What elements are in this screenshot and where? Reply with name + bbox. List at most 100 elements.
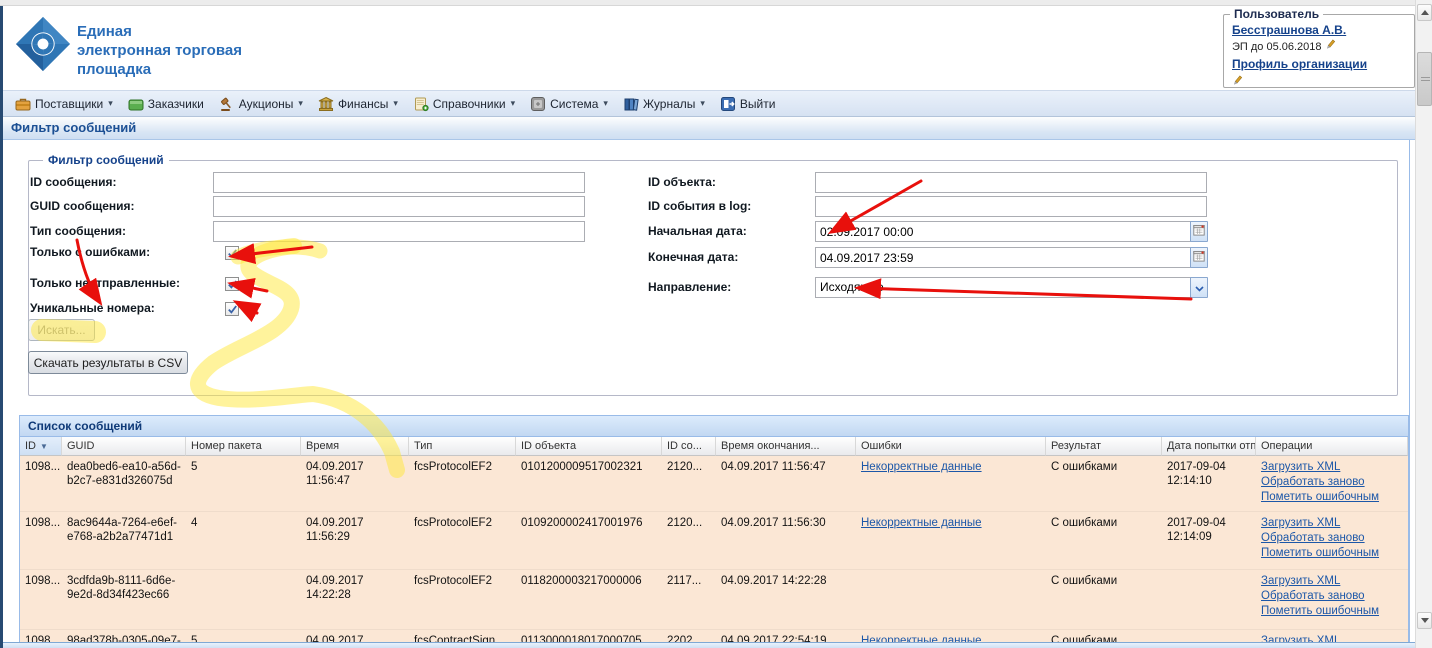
menu-item-auctions[interactable]: Аукционы ▾: [213, 91, 312, 116]
book-icon: [413, 96, 429, 112]
column-header-event-id[interactable]: ID со...: [662, 437, 716, 456]
column-header-label: Операции: [1261, 440, 1313, 452]
start-date-input[interactable]: [815, 221, 1191, 242]
edit-pencil-icon[interactable]: [1325, 39, 1336, 55]
vertical-scrollbar[interactable]: [1415, 0, 1432, 648]
only-unsent-checkbox[interactable]: [225, 277, 239, 291]
column-header-errors[interactable]: Ошибки: [856, 437, 1046, 456]
errors-link[interactable]: Некорректные данные: [861, 461, 982, 473]
operation-link[interactable]: Пометить ошибочным: [1261, 546, 1403, 560]
cell: 4: [191, 517, 198, 529]
table-row[interactable]: 1098... 8ac9644a-7264-e6ef-e768-a2b2a7747…: [20, 512, 1408, 570]
column-header-id[interactable]: ID ▼: [20, 437, 62, 456]
cert-expiry-text: ЭП до 05.06.2018: [1232, 40, 1322, 53]
menu-bar: Поставщики ▾ Заказчики Аукционы ▾ Финансы ▾ Спр…: [3, 90, 1415, 117]
cell: 2120...: [667, 461, 703, 473]
calendar-trigger-button[interactable]: [1190, 221, 1208, 242]
search-button[interactable]: Искать...: [28, 319, 95, 341]
field-label: ID события в log:: [648, 199, 752, 213]
user-name-link[interactable]: Бесстрашнова А.В.: [1232, 22, 1346, 38]
direction-select[interactable]: Исходящие: [815, 277, 1191, 298]
end-date-input[interactable]: [815, 247, 1191, 268]
chevron-down-icon: ▾: [603, 98, 608, 108]
operation-link[interactable]: Пометить ошибочным: [1261, 604, 1403, 618]
column-header-attempt-date[interactable]: Дата попытки отп...: [1162, 437, 1256, 456]
operation-link[interactable]: Пометить ошибочным: [1261, 490, 1403, 504]
edit-pencil-icon[interactable]: [1232, 73, 1243, 91]
org-profile-link[interactable]: Профиль организации: [1232, 56, 1367, 72]
calendar-trigger-button[interactable]: [1190, 247, 1208, 268]
direction-select-trigger[interactable]: [1190, 277, 1208, 298]
field-label: GUID сообщения:: [30, 199, 135, 213]
column-header-packet[interactable]: Номер пакета: [186, 437, 301, 456]
menu-item-system[interactable]: Система ▾: [524, 91, 617, 116]
column-header-result[interactable]: Результат: [1046, 437, 1162, 456]
message-guid-input[interactable]: [213, 196, 585, 217]
cell-time-date: 04.09.2017: [306, 461, 364, 473]
page-title-bar: Фильтр сообщений: [3, 117, 1415, 140]
cell: 2017-09-04 12:14:09: [1167, 517, 1226, 543]
object-id-input[interactable]: [815, 172, 1207, 193]
column-header-operations[interactable]: Операции: [1256, 437, 1408, 456]
exit-door-icon: [720, 96, 736, 112]
menu-item-label: Аукционы: [238, 96, 294, 111]
operation-link[interactable]: Обработать заново: [1261, 531, 1403, 545]
cell: 04.09.2017 11:56:30: [721, 517, 826, 529]
cell: [856, 570, 1046, 629]
cell: 2017-09-04 12:14:10: [1167, 461, 1226, 487]
menu-item-logout[interactable]: Выйти: [714, 91, 785, 116]
errors-link[interactable]: Некорректные данные: [861, 517, 982, 529]
field-label: Конечная дата:: [648, 250, 739, 264]
menu-item-suppliers[interactable]: Поставщики ▾: [9, 91, 122, 116]
cell: [1162, 570, 1256, 629]
field-label: ID объекта:: [648, 175, 716, 189]
cell: fcsProtocolEF2: [414, 461, 492, 473]
cell: 04.09.2017 14:22:28: [721, 575, 827, 587]
grid-header: ID ▼ GUID Номер пакета Время Тип ID объекта ID …: [19, 437, 1409, 456]
message-type-input[interactable]: [213, 221, 585, 242]
table-row[interactable]: 1098... 3cdfda9b-8111-6d6e-9e2d-8d34f423e…: [20, 570, 1408, 630]
cell: 04.09.2017 11:56:29: [301, 512, 409, 569]
column-header-type[interactable]: Тип: [409, 437, 516, 456]
log-event-id-input[interactable]: [815, 196, 1207, 217]
column-header-guid[interactable]: GUID: [62, 437, 186, 456]
arrow-down-icon: [1420, 618, 1429, 623]
grid-body: 1098... dea0bed6-ea10-a56d-b2c7-e831d3260…: [19, 456, 1409, 648]
column-header-time[interactable]: Время: [301, 437, 409, 456]
operation-link[interactable]: Загрузить XML: [1261, 574, 1403, 588]
only-errors-checkbox[interactable]: [225, 246, 239, 260]
column-header-label: Ошибки: [861, 440, 902, 452]
scroll-down-button[interactable]: [1417, 612, 1432, 629]
field-label: Начальная дата:: [648, 224, 747, 238]
menu-item-customers[interactable]: Заказчики: [122, 91, 213, 116]
cell: 1098...: [25, 517, 61, 529]
cell: С ошибками: [1051, 461, 1118, 473]
menu-item-label: Финансы: [337, 96, 389, 111]
field-label: ID сообщения:: [30, 175, 117, 189]
cell: dea0bed6-ea10-a56d-b2c7-e831d326075d: [67, 461, 181, 487]
download-csv-button[interactable]: Скачать результаты в CSV: [28, 351, 188, 374]
unique-numbers-checkbox[interactable]: [225, 302, 239, 316]
menu-item-journals[interactable]: Журналы ▾: [617, 91, 714, 116]
column-header-end-time[interactable]: Время окончания...: [716, 437, 856, 456]
scroll-up-button[interactable]: [1417, 4, 1432, 21]
cell-time-time: 14:22:28: [306, 589, 351, 601]
scrollbar-thumb[interactable]: [1417, 52, 1432, 106]
cell-time-date: 04.09.2017: [306, 517, 364, 529]
operation-link[interactable]: Обработать заново: [1261, 589, 1403, 603]
menu-item-directories[interactable]: Справочники ▾: [407, 91, 524, 116]
column-header-label: GUID: [67, 440, 95, 452]
menu-item-finance[interactable]: Финансы ▾: [312, 91, 407, 116]
operation-link[interactable]: Загрузить XML: [1261, 460, 1403, 474]
message-id-input[interactable]: [213, 172, 585, 193]
column-header-object-id[interactable]: ID объекта: [516, 437, 662, 456]
cell: 0109200002417001976: [521, 517, 643, 529]
operation-link[interactable]: Обработать заново: [1261, 475, 1403, 489]
table-row[interactable]: 1098... dea0bed6-ea10-a56d-b2c7-e831d3260…: [20, 456, 1408, 512]
books-icon: [623, 96, 639, 112]
filter-legend: Фильтр сообщений: [43, 153, 169, 167]
operation-link[interactable]: Загрузить XML: [1261, 516, 1403, 530]
column-header-label: Результат: [1051, 440, 1102, 452]
checkbox-label: Только с ошибками:: [30, 245, 151, 259]
column-header-label: ID: [25, 440, 36, 452]
